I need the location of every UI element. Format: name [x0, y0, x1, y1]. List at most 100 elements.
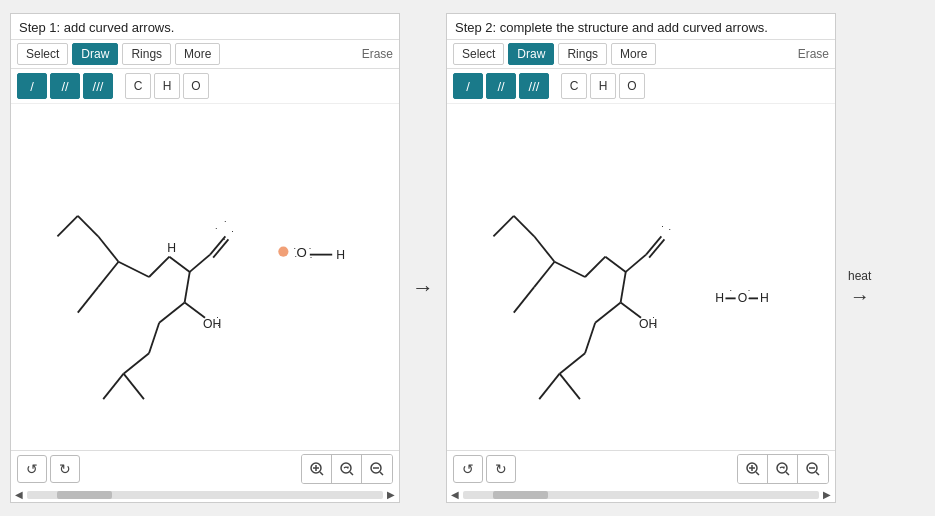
svg-line-6 — [190, 255, 210, 272]
svg-point-79 — [777, 463, 787, 473]
step1-undo-redo: ↺ ↻ — [17, 455, 80, 483]
step2-zoom-reset-btn[interactable] — [768, 455, 798, 483]
svg-line-54 — [621, 302, 641, 317]
svg-line-5 — [169, 257, 189, 272]
svg-line-46 — [555, 262, 586, 277]
step1-canvas[interactable]: · · · · H OH · · O · · · · — [11, 104, 399, 450]
step1-panel: Step 1: add curved arrows. Select Draw R… — [10, 13, 400, 503]
svg-text:·: · — [224, 216, 227, 226]
svg-line-15 — [124, 374, 144, 399]
step1-scroll-right[interactable]: ▶ — [387, 489, 395, 500]
svg-line-16 — [78, 216, 98, 236]
svg-line-55 — [585, 323, 595, 354]
svg-text:O: O — [738, 291, 748, 305]
step2-carbon-btn[interactable]: C — [561, 73, 587, 99]
step1-single-bond-btn[interactable]: / — [17, 73, 47, 99]
step2-zoom-in-btn[interactable] — [738, 455, 768, 483]
svg-text:H: H — [336, 248, 345, 262]
step1-toolbar: Select Draw Rings More Erase — [11, 39, 399, 69]
step1-zoom-out-btn[interactable] — [362, 455, 392, 483]
svg-line-17 — [57, 216, 77, 236]
step2-undo-btn[interactable]: ↺ — [453, 455, 483, 483]
step2-scrollbar[interactable] — [463, 491, 819, 499]
svg-line-2 — [78, 287, 98, 312]
svg-line-9 — [185, 272, 190, 303]
svg-line-82 — [816, 472, 819, 475]
step1-triple-bond-btn[interactable]: /// — [83, 73, 113, 99]
svg-line-4 — [149, 257, 169, 277]
step1-zoom-controls — [301, 454, 393, 484]
svg-line-12 — [149, 323, 159, 354]
step1-bottom-bar: ↺ ↻ — [11, 450, 399, 487]
step2-zoom-out-btn[interactable] — [798, 455, 828, 483]
step2-select-btn[interactable]: Select — [453, 43, 504, 65]
svg-line-3 — [119, 262, 150, 277]
step2-double-bond-btn[interactable]: // — [486, 73, 516, 99]
svg-line-10 — [159, 302, 184, 322]
step2-scrollbar-container: ◀ ▶ — [447, 487, 835, 502]
step1-carbon-btn[interactable]: C — [125, 73, 151, 99]
step2-erase-btn[interactable]: Erase — [798, 47, 829, 61]
svg-point-38 — [341, 463, 351, 473]
svg-text:·: · — [661, 221, 664, 231]
step2-draw-btn[interactable]: Draw — [508, 43, 554, 65]
step1-draw-tools: / // /// C H O — [11, 69, 399, 104]
svg-text:·: · — [295, 251, 298, 261]
svg-line-1 — [98, 262, 118, 287]
svg-line-76 — [756, 472, 759, 475]
svg-line-48 — [605, 257, 625, 272]
step1-select-btn[interactable]: Select — [17, 43, 68, 65]
step2-oxygen-btn[interactable]: O — [619, 73, 645, 99]
svg-line-35 — [320, 472, 323, 475]
step2-scroll-left[interactable]: ◀ — [451, 489, 459, 500]
svg-text:·: · — [223, 234, 226, 244]
step2-more-btn[interactable]: More — [611, 43, 656, 65]
svg-text:·: · — [231, 226, 234, 236]
svg-text:·: · — [217, 320, 220, 330]
step1-zoom-reset-btn[interactable] — [332, 455, 362, 483]
step2-canvas[interactable]: · · H O · · · · H OH · · — [447, 104, 835, 450]
svg-line-47 — [585, 257, 605, 277]
step1-hydrogen-btn[interactable]: H — [154, 73, 180, 99]
step2-panel: Step 2: complete the structure and add c… — [446, 13, 836, 503]
svg-line-11 — [185, 302, 205, 317]
step1-oxygen-btn[interactable]: O — [183, 73, 209, 99]
svg-text:H: H — [167, 241, 176, 255]
heat-label: heat — [848, 269, 871, 283]
step2-bottom-bar: ↺ ↻ — [447, 450, 835, 487]
svg-line-13 — [124, 353, 149, 373]
step2-single-bond-btn[interactable]: / — [453, 73, 483, 99]
step1-scroll-left[interactable]: ◀ — [15, 489, 23, 500]
step2-hydrogen-btn[interactable]: H — [590, 73, 616, 99]
step1-double-bond-btn[interactable]: // — [50, 73, 80, 99]
step1-rings-btn[interactable]: Rings — [122, 43, 171, 65]
step1-more-btn[interactable]: More — [175, 43, 220, 65]
heat-arrow-container: heat → — [844, 269, 875, 308]
svg-text:·: · — [310, 252, 313, 262]
svg-point-26 — [278, 246, 288, 256]
step1-zoom-in-btn[interactable] — [302, 455, 332, 483]
step-arrow: → — [408, 275, 438, 301]
step1-scrollbar[interactable] — [27, 491, 383, 499]
step2-rings-btn[interactable]: Rings — [558, 43, 607, 65]
step2-redo-btn[interactable]: ↻ — [486, 455, 516, 483]
svg-line-41 — [380, 472, 383, 475]
svg-text:·: · — [668, 224, 671, 234]
step2-toolbar: Select Draw Rings More Erase — [447, 39, 835, 69]
step1-erase-btn[interactable]: Erase — [362, 47, 393, 61]
svg-line-52 — [621, 272, 626, 303]
step1-undo-btn[interactable]: ↺ — [17, 455, 47, 483]
svg-line-59 — [514, 216, 534, 236]
step1-scrollbar-container: ◀ ▶ — [11, 487, 399, 502]
step1-label: Step 1: add curved arrows. — [11, 14, 399, 39]
step1-redo-btn[interactable]: ↻ — [50, 455, 80, 483]
step1-draw-btn[interactable]: Draw — [72, 43, 118, 65]
main-container: Step 1: add curved arrows. Select Draw R… — [0, 0, 935, 516]
svg-line-53 — [595, 302, 620, 322]
step2-triple-bond-btn[interactable]: /// — [519, 73, 549, 99]
svg-line-49 — [626, 255, 646, 272]
step2-scroll-right[interactable]: ▶ — [823, 489, 831, 500]
svg-text:·: · — [730, 293, 733, 303]
step1-molecule-svg: · · · · H OH · · O · · · · — [11, 104, 399, 450]
svg-text:H: H — [760, 291, 769, 305]
